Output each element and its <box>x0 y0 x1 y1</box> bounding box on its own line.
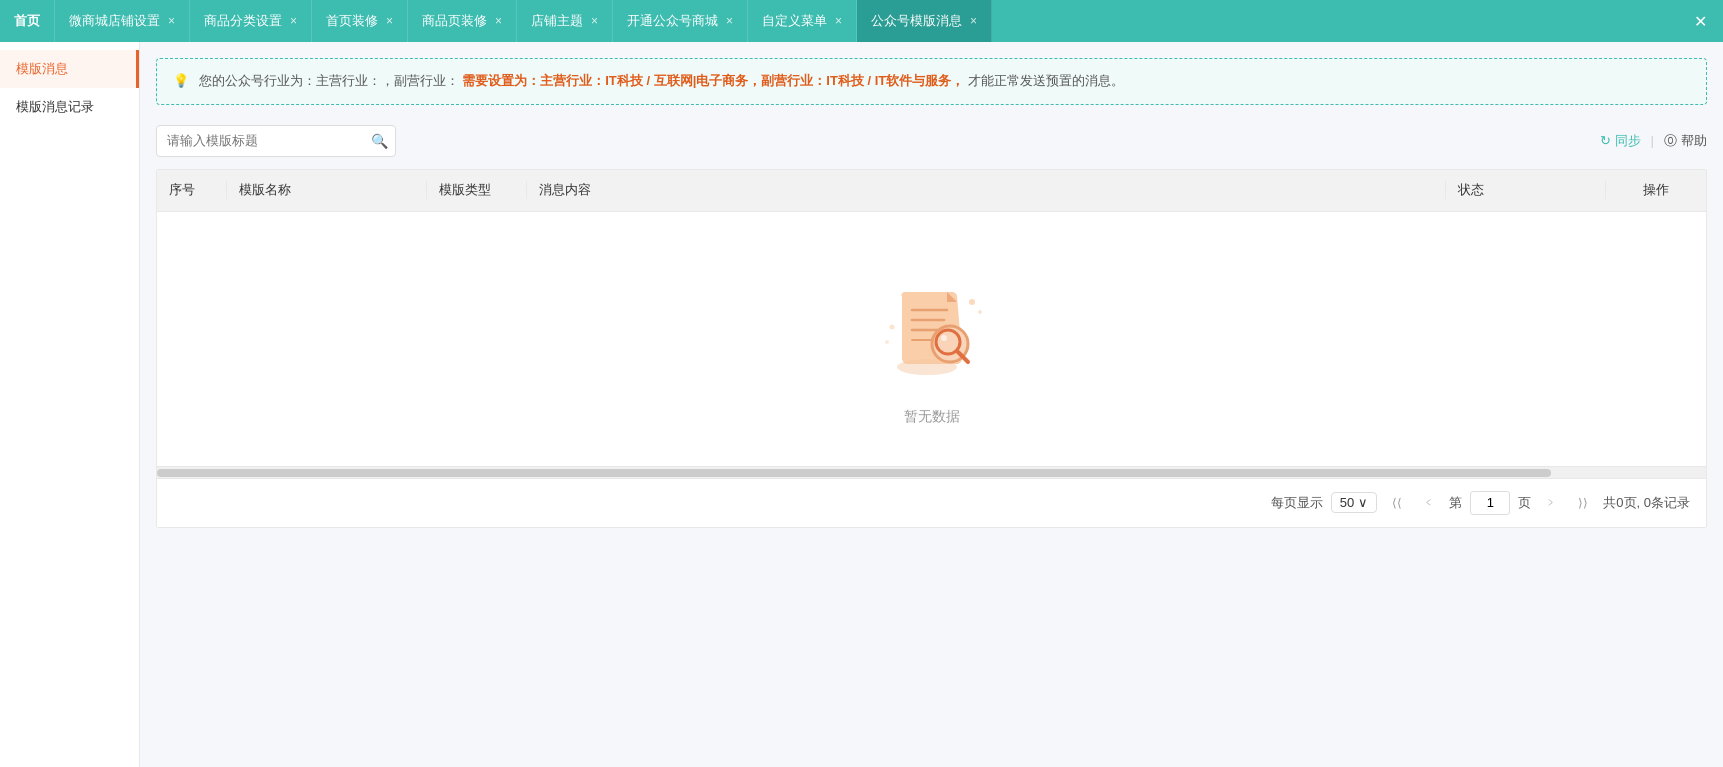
next-page-button[interactable]: ﹥ <box>1539 491 1563 515</box>
empty-state: 暂无数据 <box>157 212 1706 466</box>
search-icon[interactable]: 🔍 <box>371 133 388 149</box>
close-tab-home-decor[interactable]: × <box>386 14 393 28</box>
th-content: 消息内容 <box>527 181 1446 199</box>
chevron-down-icon: ∨ <box>1358 495 1368 510</box>
empty-illustration <box>872 272 992 392</box>
horizontal-scrollbar[interactable] <box>157 466 1706 478</box>
tab-custom-menu[interactable]: 自定义菜单 × <box>748 0 857 42</box>
help-button[interactable]: ⓪ 帮助 <box>1664 132 1707 150</box>
search-input-wrap: 🔍 <box>156 125 396 157</box>
content-area: 💡 您的公众号行业为：主营行业：，副营行业： 需要设置为：主营行业：IT科技 /… <box>140 42 1723 767</box>
bulb-icon: 💡 <box>173 73 189 88</box>
close-tab-custom-menu[interactable]: × <box>835 14 842 28</box>
help-icon: ⓪ <box>1664 132 1677 150</box>
pagination: 每页显示 50 ∨ ⟨⟨ ﹤ 第 页 ﹥ ⟩⟩ 共0页, 0条记录 <box>157 478 1706 527</box>
svg-point-9 <box>969 299 975 305</box>
close-tab-open-mall[interactable]: × <box>726 14 733 28</box>
search-bar: 🔍 ↻ 同步 | ⓪ 帮助 <box>156 125 1707 157</box>
close-tab-product-decor[interactable]: × <box>495 14 502 28</box>
scrollbar-thumb[interactable] <box>157 469 1551 477</box>
svg-point-11 <box>889 324 894 329</box>
main-layout: 模版消息 模版消息记录 💡 您的公众号行业为：主营行业：，副营行业： 需要设置为… <box>0 42 1723 767</box>
sidebar-item-template-msg[interactable]: 模版消息 <box>0 50 139 88</box>
close-tab-shop-theme[interactable]: × <box>591 14 598 28</box>
sidebar: 模版消息 模版消息记录 <box>0 42 140 767</box>
svg-point-8 <box>941 335 947 341</box>
tab-home-decor[interactable]: 首页装修 × <box>312 0 408 42</box>
search-actions: ↻ 同步 | ⓪ 帮助 <box>1600 132 1707 150</box>
close-tab-template-msg[interactable]: × <box>970 14 977 28</box>
search-input[interactable] <box>156 125 396 157</box>
svg-point-10 <box>978 310 982 314</box>
sidebar-item-template-record[interactable]: 模版消息记录 <box>0 88 139 126</box>
page-input[interactable] <box>1470 491 1510 515</box>
svg-point-12 <box>885 340 889 344</box>
tab-shop-settings[interactable]: 微商城店铺设置 × <box>55 0 190 42</box>
tab-template-msg[interactable]: 公众号模版消息 × <box>857 0 992 42</box>
data-table: 序号 模版名称 模版类型 消息内容 状态 操作 <box>156 169 1707 528</box>
tab-home[interactable]: 首页 <box>0 0 55 42</box>
page-size-select[interactable]: 50 ∨ <box>1331 492 1377 513</box>
empty-text: 暂无数据 <box>904 408 960 426</box>
top-nav: 首页 微商城店铺设置 × 商品分类设置 × 首页装修 × 商品页装修 × 店铺主… <box>0 0 1723 42</box>
th-name: 模版名称 <box>227 181 427 199</box>
th-seq: 序号 <box>157 181 227 199</box>
close-all-tabs[interactable]: ✕ <box>1678 12 1723 31</box>
divider: | <box>1651 133 1654 148</box>
tab-open-mall[interactable]: 开通公众号商城 × <box>613 0 748 42</box>
close-tab-category-settings[interactable]: × <box>290 14 297 28</box>
sync-icon: ↻ <box>1600 133 1611 148</box>
tab-product-decor[interactable]: 商品页装修 × <box>408 0 517 42</box>
th-type: 模版类型 <box>427 181 527 199</box>
tab-shop-theme[interactable]: 店铺主题 × <box>517 0 613 42</box>
sync-button[interactable]: ↻ 同步 <box>1600 132 1641 150</box>
table-header: 序号 模版名称 模版类型 消息内容 状态 操作 <box>157 170 1706 212</box>
prev-page-button[interactable]: ﹤ <box>1417 491 1441 515</box>
th-action: 操作 <box>1606 181 1706 199</box>
last-page-button[interactable]: ⟩⟩ <box>1571 491 1595 515</box>
notice-box: 💡 您的公众号行业为：主营行业：，副营行业： 需要设置为：主营行业：IT科技 /… <box>156 58 1707 105</box>
tab-category-settings[interactable]: 商品分类设置 × <box>190 0 312 42</box>
th-status: 状态 <box>1446 181 1606 199</box>
first-page-button[interactable]: ⟨⟨ <box>1385 491 1409 515</box>
close-tab-shop-settings[interactable]: × <box>168 14 175 28</box>
